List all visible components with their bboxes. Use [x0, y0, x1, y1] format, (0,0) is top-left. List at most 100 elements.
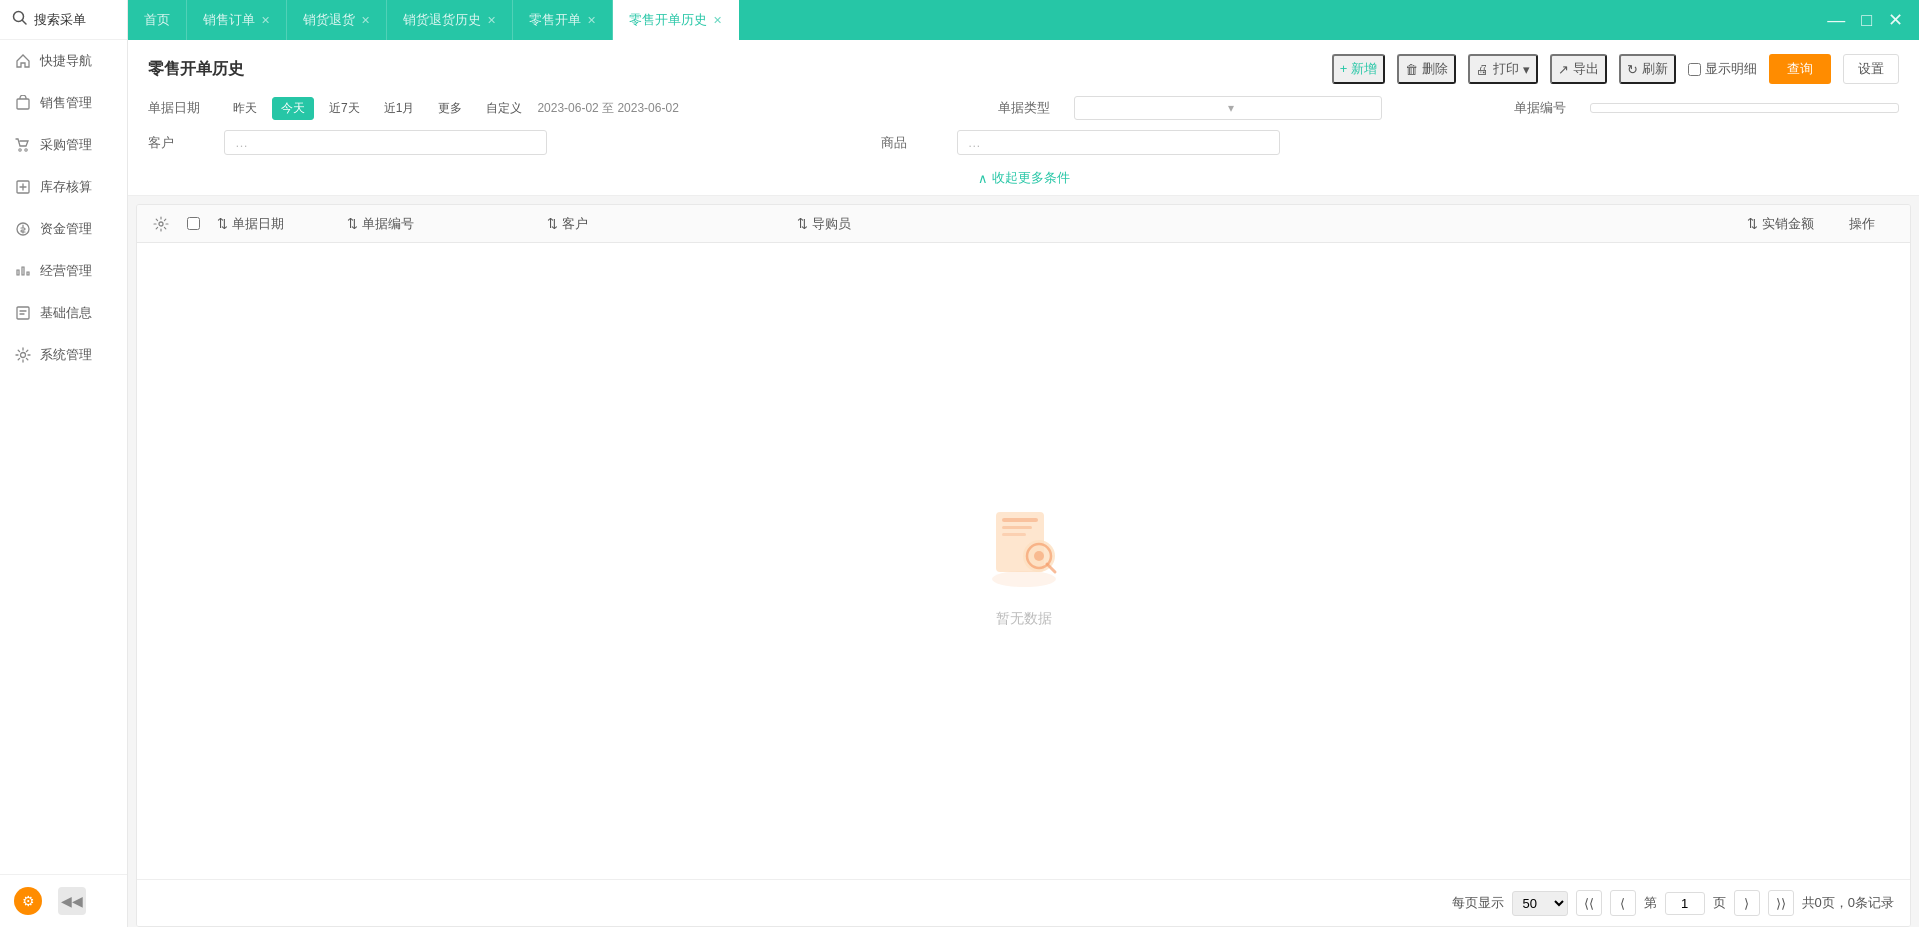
tab-sales-order[interactable]: 销售订单 ✕ [187, 0, 287, 40]
empty-illustration [974, 494, 1074, 594]
order-type-label: 单据类型 [998, 99, 1058, 117]
home-icon [14, 52, 32, 70]
th-guide[interactable]: ⇅ 导购员 [789, 215, 909, 233]
window-minimize-button[interactable]: — [1823, 8, 1849, 33]
svg-rect-12 [1002, 518, 1038, 522]
filter-setting-button[interactable]: 设置 [1843, 54, 1899, 84]
page-size-select[interactable]: 50 10 20 100 [1512, 891, 1568, 916]
page-input[interactable] [1665, 892, 1705, 915]
sidebar-item-label: 系统管理 [40, 346, 92, 364]
settings-button[interactable]: ⚙ [14, 887, 42, 915]
date-btn-7days[interactable]: 近7天 [320, 97, 369, 120]
table-body: 暂无数据 [137, 243, 1910, 879]
order-type-select[interactable]: ▾ [1074, 96, 1383, 120]
sidebar-item-inventory[interactable]: 库存核算 [0, 166, 127, 208]
tab-sales-return[interactable]: 销货退货 ✕ [287, 0, 387, 40]
last-page-button[interactable]: ⟩⟩ [1768, 890, 1794, 916]
page-size-label: 每页显示 [1452, 894, 1504, 912]
tab-retail-open[interactable]: 零售开单 ✕ [513, 0, 613, 40]
sidebar-nav: 快捷导航 销售管理 采购管理 [0, 40, 127, 874]
export-button[interactable]: ↗ 导出 [1550, 54, 1607, 84]
window-maximize-button[interactable]: □ [1857, 8, 1876, 33]
goods-input[interactable]: … [957, 130, 1280, 155]
tab-close-icon[interactable]: ✕ [713, 14, 722, 27]
trash-icon: 🗑 [1405, 62, 1418, 77]
filter-row-customer: 客户 … 商品 … [148, 130, 1899, 155]
sidebar-search-label: 搜索采单 [34, 11, 86, 29]
svg-rect-2 [17, 99, 29, 109]
tab-close-icon[interactable]: ✕ [487, 14, 496, 27]
tab-label: 销售订单 [203, 11, 255, 29]
date-btn-today[interactable]: 今天 [272, 97, 314, 120]
tab-close-icon[interactable]: ✕ [261, 14, 270, 27]
collapse-more-button[interactable]: ∧ 收起更多条件 [148, 165, 1899, 195]
th-operation: 操作 [1822, 215, 1902, 233]
tab-sales-return-history[interactable]: 销货退货历史 ✕ [387, 0, 513, 40]
tab-close-icon[interactable]: ✕ [587, 14, 596, 27]
th-operation-label: 操作 [1849, 215, 1875, 233]
sidebar-item-system-mgmt[interactable]: 系统管理 [0, 334, 127, 376]
page-label-end: 页 [1713, 894, 1726, 912]
add-button[interactable]: + 新增 [1332, 54, 1385, 84]
svg-line-1 [23, 21, 27, 25]
page-title-bar: 零售开单历史 + 新增 🗑 删除 🖨 打印 ▾ ↗ 导出 [148, 54, 1899, 84]
svg-rect-14 [1002, 533, 1026, 536]
svg-point-10 [992, 571, 1056, 587]
sidebar-item-quick-nav[interactable]: 快捷导航 [0, 40, 127, 82]
page-header: 零售开单历史 + 新增 🗑 删除 🖨 打印 ▾ ↗ 导出 [128, 40, 1919, 196]
refresh-button[interactable]: ↻ 刷新 [1619, 54, 1676, 84]
tab-home[interactable]: 首页 [128, 0, 187, 40]
content-area: 零售开单历史 + 新增 🗑 删除 🖨 打印 ▾ ↗ 导出 [128, 40, 1919, 927]
th-customer[interactable]: ⇅ 客户 [539, 215, 789, 233]
delete-button[interactable]: 🗑 删除 [1397, 54, 1456, 84]
th-customer-label: ⇅ 客户 [547, 215, 588, 233]
select-all-checkbox-cell[interactable] [177, 217, 209, 230]
purchase-icon [14, 136, 32, 154]
tab-actions: — □ ✕ [1823, 7, 1919, 33]
print-icon: 🖨 [1476, 62, 1489, 77]
query-button[interactable]: 查询 [1769, 54, 1831, 84]
next-page-button[interactable]: ⟩ [1734, 890, 1760, 916]
svg-rect-13 [1002, 526, 1032, 529]
refresh-icon: ↻ [1627, 62, 1638, 77]
th-order-no[interactable]: ⇅ 单据编号 [339, 215, 539, 233]
date-label: 单据日期 [148, 99, 208, 117]
sidebar-item-operation[interactable]: 经营管理 [0, 250, 127, 292]
customer-input[interactable]: … [224, 130, 547, 155]
th-amount[interactable]: ⇅ 实销金额 [1702, 215, 1822, 233]
display-detail-checkbox-label[interactable]: 显示明细 [1688, 60, 1757, 78]
date-btn-custom[interactable]: 自定义 [477, 97, 531, 120]
order-no-input[interactable] [1590, 103, 1899, 113]
svg-point-9 [159, 222, 163, 226]
date-btn-yesterday[interactable]: 昨天 [224, 97, 266, 120]
basic-icon [14, 304, 32, 322]
select-all-checkbox[interactable] [187, 217, 200, 230]
sidebar-item-finance[interactable]: 资金管理 [0, 208, 127, 250]
goods-placeholder: … [968, 135, 1269, 150]
sidebar-search[interactable]: 搜索采单 [0, 0, 127, 40]
first-page-button[interactable]: ⟨⟨ [1576, 890, 1602, 916]
system-icon [14, 346, 32, 364]
svg-point-4 [25, 149, 27, 151]
dropdown-arrow-icon: ▾ [1228, 101, 1371, 115]
tab-retail-history[interactable]: 零售开单历史 ✕ [613, 0, 739, 40]
prev-page-button[interactable]: ⟨ [1610, 890, 1636, 916]
date-btn-1month[interactable]: 近1月 [375, 97, 424, 120]
date-btn-more[interactable]: 更多 [429, 97, 471, 120]
tab-bar: 首页 销售订单 ✕ 销货退货 ✕ 销货退货历史 ✕ 零售开单 ✕ 零售开单历史 … [128, 0, 1919, 40]
sidebar-item-basic-info[interactable]: 基础信息 [0, 292, 127, 334]
window-close-button[interactable]: ✕ [1884, 7, 1907, 33]
th-date[interactable]: ⇅ 单据日期 [209, 215, 339, 233]
sidebar-item-label: 快捷导航 [40, 52, 92, 70]
tab-close-icon[interactable]: ✕ [361, 14, 370, 27]
sidebar-item-sales-mgmt[interactable]: 销售管理 [0, 82, 127, 124]
svg-point-8 [21, 353, 26, 358]
print-button[interactable]: 🖨 打印 ▾ [1468, 54, 1538, 84]
sidebar-item-purchase-mgmt[interactable]: 采购管理 [0, 124, 127, 166]
display-detail-checkbox[interactable] [1688, 63, 1701, 76]
sidebar-footer: ⚙ ◀◀ [0, 874, 127, 927]
column-settings-button[interactable] [145, 216, 177, 232]
page-label: 第 [1644, 894, 1657, 912]
tab-label: 零售开单 [529, 11, 581, 29]
collapse-sidebar-button[interactable]: ◀◀ [58, 887, 86, 915]
